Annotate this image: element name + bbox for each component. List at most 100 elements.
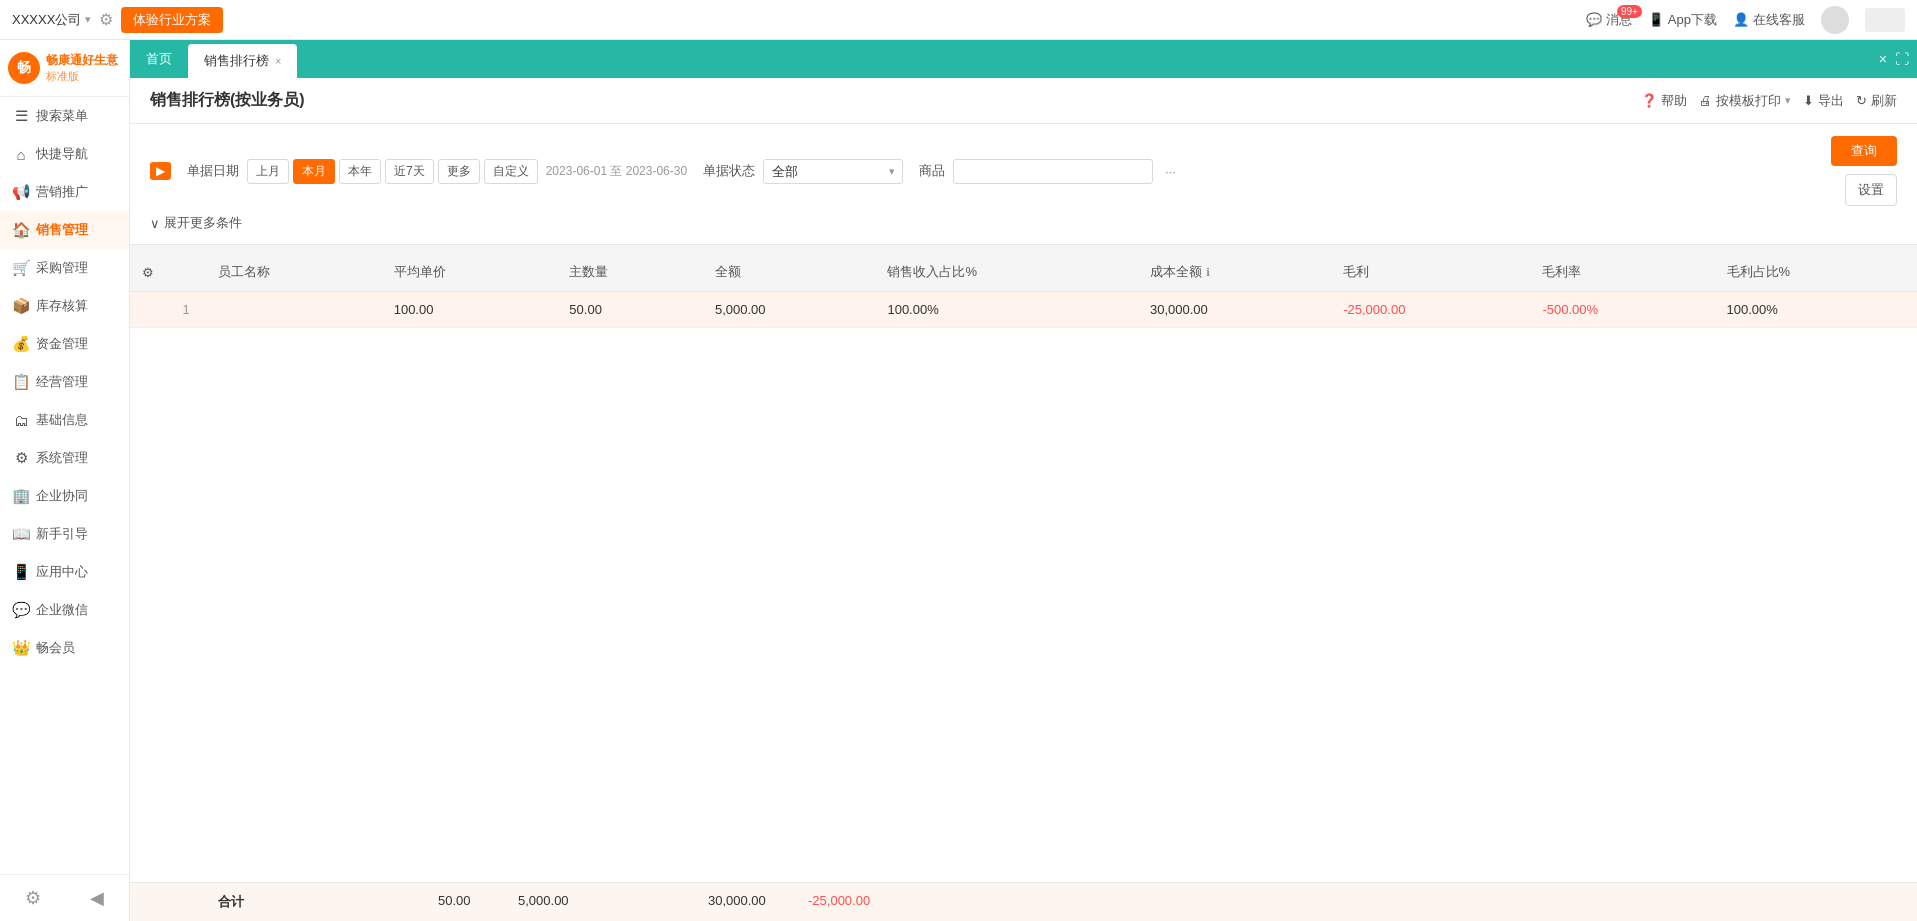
col-settings-header[interactable]: ⚙ [130, 253, 166, 292]
col-sales-pct-header: 销售收入占比% [875, 253, 1138, 292]
sidebar-item-label: 畅会员 [36, 639, 75, 657]
tab-home[interactable]: 首页 [130, 40, 188, 78]
cell-amount: 5,000.00 [703, 292, 875, 328]
cell-name [206, 292, 382, 328]
cell-avg-price: 100.00 [382, 292, 558, 328]
sidebar-item-basics[interactable]: 🗂 基础信息 [0, 401, 129, 439]
online-service-button[interactable]: 👤 在线客服 [1733, 11, 1805, 29]
table-container: ⚙ 员工名称 平均单价 主数量 全额 销售收入占比% 成本全额 ℹ 毛利 [130, 253, 1917, 882]
message-button[interactable]: 💬 消息 99+ [1586, 11, 1632, 29]
date-btn-more[interactable]: 更多 [438, 159, 480, 184]
sidebar-item-wechat[interactable]: 💬 企业微信 [0, 591, 129, 629]
footer-qty: 50.00 [438, 893, 518, 911]
expand-more-button[interactable]: ∨ 展开更多条件 [150, 214, 1897, 232]
col-gross-header: 毛利 [1331, 253, 1530, 292]
sidebar-item-finance[interactable]: 💰 资金管理 [0, 325, 129, 363]
content-area: 首页 销售排行榜 × × ⛶ 销售排行榜(按业务员) ❓ 帮助 [130, 40, 1917, 921]
cost-info-icon[interactable]: ℹ [1206, 266, 1210, 278]
sidebar-item-purchase[interactable]: 🛒 采购管理 [0, 249, 129, 287]
sidebar-item-marketing[interactable]: 📢 营销推广 [0, 173, 129, 211]
settings-bottom-icon[interactable]: ⚙ [17, 883, 49, 913]
service-label: 在线客服 [1753, 11, 1805, 29]
date-btn-custom[interactable]: 自定义 [484, 159, 538, 184]
sidebar-item-search[interactable]: ☰ 搜索菜单 [0, 97, 129, 135]
tab-sales-ranking[interactable]: 销售排行榜 × [188, 44, 297, 78]
column-settings-icon[interactable]: ⚙ [142, 265, 154, 280]
help-icon: ❓ [1641, 93, 1657, 108]
sidebar-item-enterprise[interactable]: 🏢 企业协同 [0, 477, 129, 515]
col-qty-header: 主数量 [557, 253, 703, 292]
date-btn-last-month[interactable]: 上月 [247, 159, 289, 184]
footer-amount: 5,000.00 [518, 893, 608, 911]
filter-area: ▶ 单据日期 上月 本月 本年 近7天 更多 自定义 2023- [130, 124, 1917, 245]
print-dropdown-icon: ▾ [1785, 94, 1791, 107]
filter-right-buttons: 查询 设置 [1831, 136, 1897, 206]
service-icon: 👤 [1733, 12, 1749, 27]
sidebar-item-label: 系统管理 [36, 449, 88, 467]
goods-more-icon[interactable]: ··· [1165, 164, 1176, 179]
tab-maximize-icon[interactable]: ⛶ [1895, 51, 1909, 67]
sidebar-item-operations[interactable]: 📋 经营管理 [0, 363, 129, 401]
gear-icon[interactable]: ⚙ [99, 10, 113, 29]
sidebar-item-label: 搜索菜单 [36, 107, 88, 125]
footer-total-label: 合计 [218, 893, 338, 911]
footer-settings-cell [142, 893, 178, 911]
trial-button[interactable]: 体验行业方案 [121, 7, 223, 33]
collapse-sidebar-icon[interactable]: ◀ [82, 883, 112, 913]
company-selector[interactable]: XXXXX公司 ▾ [12, 11, 91, 29]
system-icon: ⚙ [12, 449, 30, 467]
apps-icon: 📱 [12, 563, 30, 581]
date-btn-7days[interactable]: 近7天 [385, 159, 434, 184]
sidebar-item-sales[interactable]: 🏠 销售管理 [0, 211, 129, 249]
sidebar-item-system[interactable]: ⚙ 系统管理 [0, 439, 129, 477]
app-label: App下载 [1668, 11, 1717, 29]
sidebar-item-nav[interactable]: ⌂ 快捷导航 [0, 135, 129, 173]
avatar[interactable] [1821, 6, 1849, 34]
date-btn-this-year[interactable]: 本年 [339, 159, 381, 184]
print-button[interactable]: 🖨 按模板打印 ▾ [1699, 92, 1791, 110]
table-row: 1 100.00 50.00 5,000.00 100.00% 30,000.0… [130, 292, 1917, 328]
setting-button[interactable]: 设置 [1845, 174, 1897, 206]
tab-close-window-icon[interactable]: × [1879, 51, 1887, 67]
help-button[interactable]: ❓ 帮助 [1641, 92, 1687, 110]
footer-cost: 30,000.00 [708, 893, 808, 911]
sidebar-item-apps[interactable]: 📱 应用中心 [0, 553, 129, 591]
footer-avg-cell [338, 893, 438, 911]
sidebar-item-member[interactable]: 👑 畅会员 [0, 629, 129, 667]
date-buttons: 上月 本月 本年 近7天 更多 自定义 [247, 159, 538, 184]
page-actions: ❓ 帮助 🖨 按模板打印 ▾ ⬇ 导出 ↻ 刷新 [1641, 92, 1897, 110]
marketing-icon: 📢 [12, 183, 30, 201]
refresh-button[interactable]: ↻ 刷新 [1856, 92, 1897, 110]
sidebar-item-label: 营销推广 [36, 183, 88, 201]
logo-text: 畅康通好生意 标准版 [46, 52, 118, 84]
sidebar-item-guide[interactable]: 📖 新手引导 [0, 515, 129, 553]
goods-input[interactable] [953, 159, 1153, 184]
member-icon: 👑 [12, 639, 30, 657]
sidebar-bottom: ⚙ ◀ [0, 874, 129, 921]
refresh-icon: ↻ [1856, 93, 1867, 108]
filter-status-item: 单据状态 全部 已审核 未审核 ▾ [703, 159, 903, 184]
table-header-row: ⚙ 员工名称 平均单价 主数量 全额 销售收入占比% 成本全额 ℹ 毛利 [130, 253, 1917, 292]
refresh-label: 刷新 [1871, 92, 1897, 110]
sidebar: 畅 畅康通好生意 标准版 ☰ 搜索菜单 ⌂ 快捷导航 📢 营销推广 🏠 销售管理… [0, 40, 130, 921]
status-select[interactable]: 全部 已审核 未审核 [763, 159, 903, 184]
cell-cost: 30,000.00 [1138, 292, 1331, 328]
date-btn-this-month[interactable]: 本月 [293, 159, 335, 184]
page-title: 销售排行榜(按业务员) [150, 90, 305, 111]
col-avg-price-header: 平均单价 [382, 253, 558, 292]
filter-row-1: ▶ 单据日期 上月 本月 本年 近7天 更多 自定义 2023- [150, 136, 1897, 206]
filter-collapse-arrow[interactable]: ▶ [150, 162, 171, 180]
query-button[interactable]: 查询 [1831, 136, 1897, 166]
footer-rank-cell [178, 893, 218, 911]
export-button[interactable]: ⬇ 导出 [1803, 92, 1844, 110]
export-label: 导出 [1818, 92, 1844, 110]
sidebar-item-inventory[interactable]: 📦 库存核算 [0, 287, 129, 325]
app-download-button[interactable]: 📱 App下载 [1648, 11, 1717, 29]
tab-close-icon[interactable]: × [275, 55, 281, 67]
tab-home-label: 首页 [146, 50, 172, 68]
basics-icon: 🗂 [12, 412, 30, 429]
expand-label: 展开更多条件 [164, 214, 242, 232]
logo-icon: 畅 [8, 52, 40, 84]
filter-arrow-icon[interactable]: ▶ [150, 162, 171, 180]
cell-gross-rate: -500.00% [1530, 292, 1714, 328]
